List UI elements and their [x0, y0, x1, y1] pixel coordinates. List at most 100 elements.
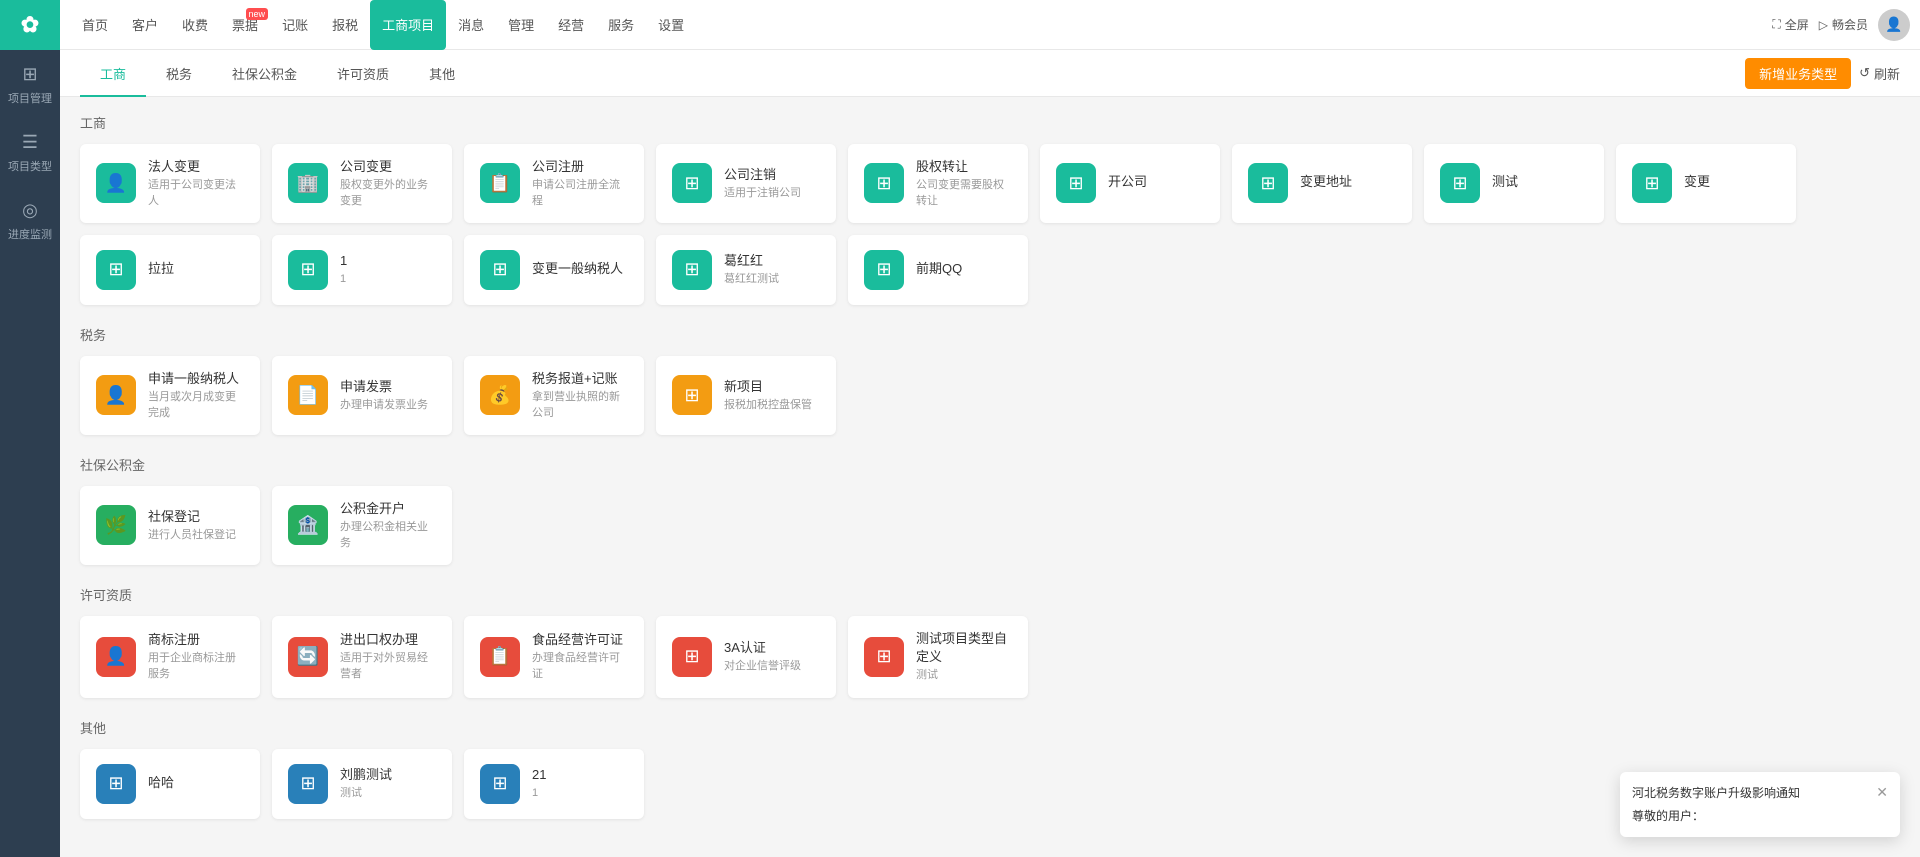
card-test[interactable]: ⊞ 测试: [1424, 144, 1604, 223]
tab-license[interactable]: 许可资质: [317, 50, 409, 97]
card-3a-cert[interactable]: ⊞ 3A认证 对企业信誉评级: [656, 616, 836, 698]
card-change-address[interactable]: ⊞ 变更地址: [1232, 144, 1412, 223]
user-avatar[interactable]: 👤: [1878, 9, 1910, 41]
nav-message[interactable]: 消息: [446, 0, 496, 50]
card-title-food-license: 食品经营许可证: [532, 631, 628, 649]
card-desc-apply-invoice: 办理申请发票业务: [340, 398, 436, 413]
card-desc-trademark: 用于企业商标注册服务: [148, 651, 244, 682]
card-desc-social-register: 进行人员社保登记: [148, 528, 244, 543]
card-desc-tax-report: 拿到营业执照的新公司: [532, 390, 628, 421]
card-desc-equity-transfer: 公司变更需要股权转让: [916, 178, 1012, 209]
card-guhonghong[interactable]: ⊞ 葛红红 葛红红测试: [656, 235, 836, 305]
card-icon-lala: ⊞: [96, 250, 136, 290]
card-icon-liupeng-test: ⊞: [288, 764, 328, 804]
card-icon-test-type: ⊞: [864, 637, 904, 677]
topnav-right: ⛶ 全屏 ▷ 畅会员 👤: [1772, 9, 1910, 41]
sidebar-item-project-mgmt-label: 项目管理: [8, 90, 52, 106]
card-icon-change: ⊞: [1632, 163, 1672, 203]
card-title-fund-account: 公积金开户: [340, 500, 436, 518]
tab-other[interactable]: 其他: [409, 50, 475, 97]
notification-close-btn[interactable]: ✕: [1876, 784, 1888, 801]
card-title-import-export: 进出口权办理: [340, 631, 436, 649]
card-title-liupeng-test: 刘鹏测试: [340, 766, 436, 784]
card-test-type[interactable]: ⊞ 测试项目类型自定义 测试: [848, 616, 1028, 698]
nav-service[interactable]: 服务: [596, 0, 646, 50]
page-content: 工商 税务 社保公积金 许可资质 其他 新增业务类型 ↺ 刷新 工商: [60, 50, 1920, 857]
card-tax-report[interactable]: 💰 税务报道+记账 拿到营业执照的新公司: [464, 356, 644, 435]
card-title-change-taxpayer: 变更一般纳税人: [532, 260, 628, 278]
nav-ticket[interactable]: 票据 new: [220, 0, 270, 50]
card-title-change-address: 变更地址: [1300, 173, 1396, 191]
card-company-change[interactable]: 🏢 公司变更 股权变更外的业务变更: [272, 144, 452, 223]
cards-grid-license: 👤 商标注册 用于企业商标注册服务 🔄 进出口权办理 适用于对外贸易经营者: [80, 616, 1900, 698]
card-title-3a-cert: 3A认证: [724, 639, 820, 657]
fullscreen-btn[interactable]: ⛶ 全屏: [1772, 16, 1808, 33]
card-icon-front-qq: ⊞: [864, 250, 904, 290]
card-liupeng-test[interactable]: ⊞ 刘鹏测试 测试: [272, 749, 452, 819]
card-social-register[interactable]: 🌿 社保登记 进行人员社保登记: [80, 486, 260, 565]
notification-header: 河北税务数字账户升级影响通知 ✕: [1632, 784, 1888, 801]
top-navigation: 首页 客户 收费 票据 new 记账 报税 工商项目 消息 管理 经营 服务 设…: [60, 0, 1920, 50]
card-icon-guhonghong: ⊞: [672, 250, 712, 290]
nav-client[interactable]: 客户: [120, 0, 170, 50]
card-change-taxpayer[interactable]: ⊞ 变更一般纳税人: [464, 235, 644, 305]
card-icon-haha: ⊞: [96, 764, 136, 804]
card-trademark[interactable]: 👤 商标注册 用于企业商标注册服务: [80, 616, 260, 698]
card-desc-legal-change: 适用于公司变更法人: [148, 178, 244, 209]
vip-btn[interactable]: ▷ 畅会员: [1819, 16, 1868, 33]
tabs-right: 新增业务类型 ↺ 刷新: [1745, 58, 1900, 89]
nav-settings[interactable]: 设置: [646, 0, 696, 50]
main-content: 首页 客户 收费 票据 new 记账 报税 工商项目 消息 管理 经营 服务 设…: [60, 0, 1920, 857]
section-title-other: 其他: [80, 718, 1900, 737]
card-title-apply-invoice: 申请发票: [340, 378, 436, 396]
sidebar-item-project-type[interactable]: ☰ 项目类型: [0, 118, 60, 186]
tab-industry[interactable]: 工商: [80, 50, 146, 97]
add-business-type-button[interactable]: 新增业务类型: [1745, 58, 1851, 89]
nav-home[interactable]: 首页: [70, 0, 120, 50]
card-open-company[interactable]: ⊞ 开公司: [1040, 144, 1220, 223]
card-icon-open-company: ⊞: [1056, 163, 1096, 203]
card-company-cancel[interactable]: ⊞ 公司注销 适用于注销公司: [656, 144, 836, 223]
card-icon-social-register: 🌿: [96, 505, 136, 545]
nav-tax[interactable]: 报税: [320, 0, 370, 50]
card-lala[interactable]: ⊞ 拉拉: [80, 235, 260, 305]
nav-management[interactable]: 管理: [496, 0, 546, 50]
card-apply-taxpayer[interactable]: 👤 申请一般纳税人 当月或次月成变更完成: [80, 356, 260, 435]
card-num1[interactable]: ⊞ 1 1: [272, 235, 452, 305]
sidebar-item-project-mgmt[interactable]: ⊞ 项目管理: [0, 50, 60, 118]
section-title-industry: 工商: [80, 113, 1900, 132]
refresh-label: 刷新: [1874, 64, 1900, 83]
nav-billing[interactable]: 收费: [170, 0, 220, 50]
card-food-license[interactable]: 📋 食品经营许可证 办理食品经营许可证: [464, 616, 644, 698]
refresh-button[interactable]: ↺ 刷新: [1859, 64, 1900, 83]
nav-accounting[interactable]: 记账: [270, 0, 320, 50]
card-desc-fund-account: 办理公积金相关业务: [340, 520, 436, 551]
card-title-open-company: 开公司: [1108, 173, 1204, 191]
sidebar-item-progress-monitor[interactable]: ◎ 进度监测: [0, 186, 60, 254]
card-title-equity-transfer: 股权转让: [916, 158, 1012, 176]
card-equity-transfer[interactable]: ⊞ 股权转让 公司变更需要股权转让: [848, 144, 1028, 223]
card-title-test-type: 测试项目类型自定义: [916, 630, 1012, 666]
card-icon-num21: ⊞: [480, 764, 520, 804]
card-icon-equity-transfer: ⊞: [864, 163, 904, 203]
card-fund-account[interactable]: 🏦 公积金开户 办理公积金相关业务: [272, 486, 452, 565]
card-change[interactable]: ⊞ 变更: [1616, 144, 1796, 223]
card-import-export[interactable]: 🔄 进出口权办理 适用于对外贸易经营者: [272, 616, 452, 698]
card-title-num21: 21: [532, 766, 628, 784]
card-company-register[interactable]: 📋 公司注册 申请公司注册全流程: [464, 144, 644, 223]
sidebar-logo[interactable]: ✿: [0, 0, 60, 50]
vip-icon: ▷: [1819, 18, 1828, 32]
card-front-qq[interactable]: ⊞ 前期QQ: [848, 235, 1028, 305]
card-haha[interactable]: ⊞ 哈哈: [80, 749, 260, 819]
nav-operation[interactable]: 经营: [546, 0, 596, 50]
card-icon-fund-account: 🏦: [288, 505, 328, 545]
tab-social[interactable]: 社保公积金: [212, 50, 317, 97]
card-title-haha: 哈哈: [148, 774, 244, 792]
nav-industry[interactable]: 工商项目: [370, 0, 446, 50]
card-icon-legal-change: 👤: [96, 163, 136, 203]
tab-tax[interactable]: 税务: [146, 50, 212, 97]
card-num21[interactable]: ⊞ 21 1: [464, 749, 644, 819]
card-new-project[interactable]: ⊞ 新项目 报税加税控盘保管: [656, 356, 836, 435]
card-apply-invoice[interactable]: 📄 申请发票 办理申请发票业务: [272, 356, 452, 435]
card-legal-change[interactable]: 👤 法人变更 适用于公司变更法人: [80, 144, 260, 223]
